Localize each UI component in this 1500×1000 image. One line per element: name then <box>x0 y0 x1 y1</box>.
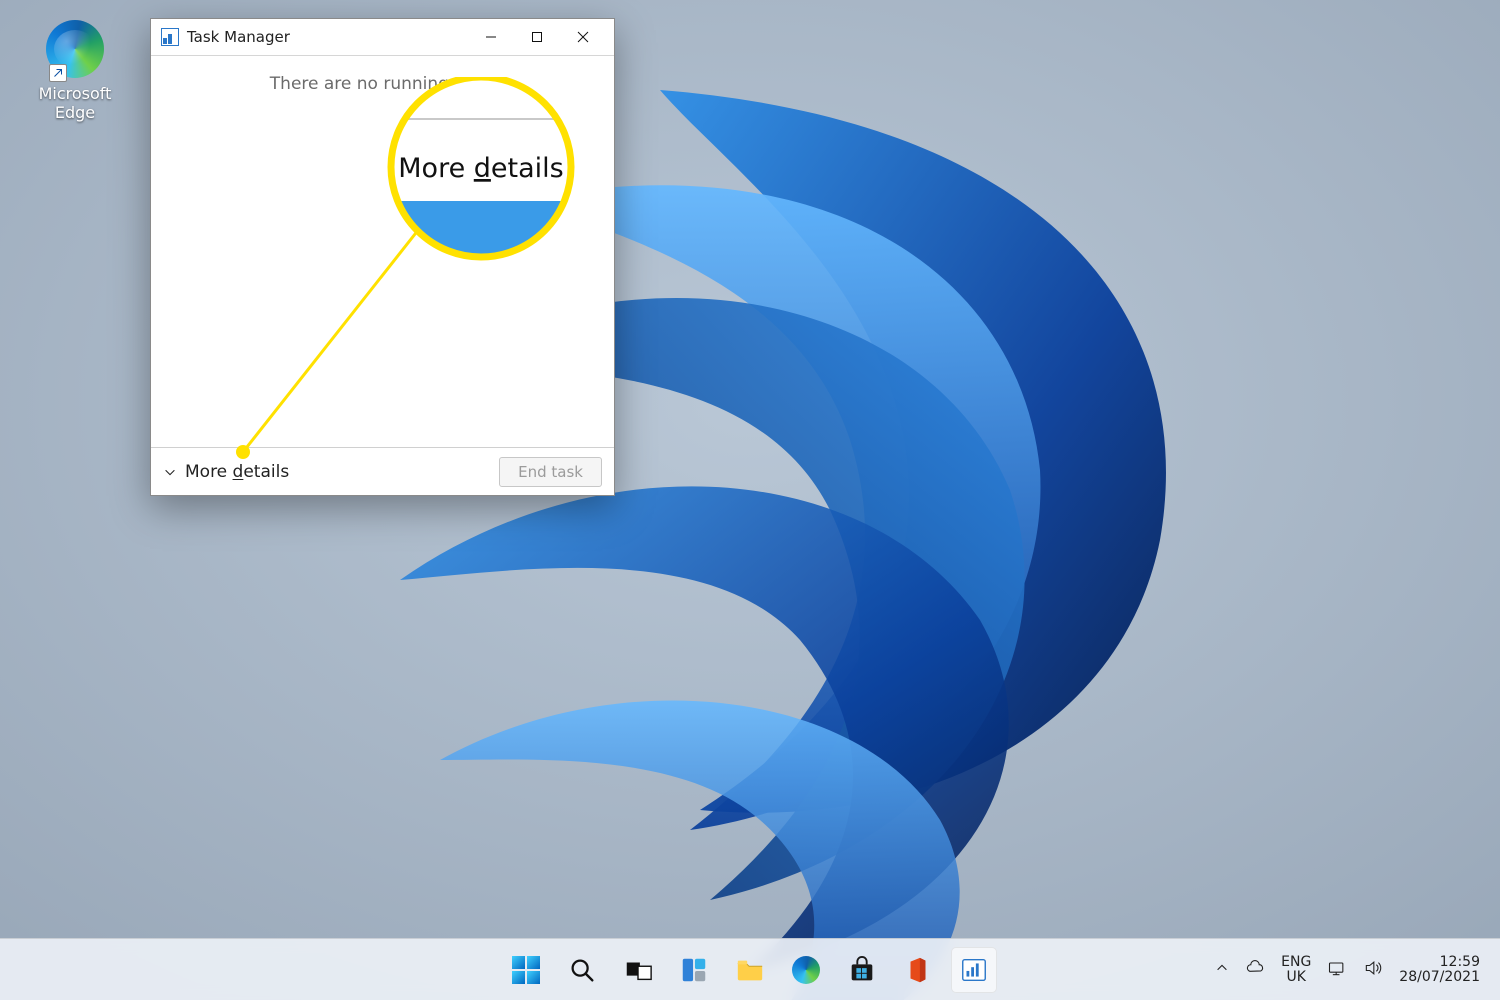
task-manager-icon <box>161 28 179 46</box>
search-icon <box>567 955 597 985</box>
client-area: There are no running apps More details E… <box>151 55 614 495</box>
office-button[interactable] <box>895 947 941 993</box>
tray-overflow-button[interactable] <box>1215 961 1229 979</box>
language-indicator[interactable]: ENG UK <box>1281 955 1311 984</box>
desktop-icon-edge[interactable]: Microsoft Edge <box>25 20 125 122</box>
language-bottom: UK <box>1281 970 1311 985</box>
empty-state-text: There are no running apps <box>151 56 614 94</box>
store-icon <box>847 955 877 985</box>
more-details-label: More details <box>185 462 289 482</box>
task-manager-icon <box>959 955 989 985</box>
task-manager-taskbar-button[interactable] <box>951 947 997 993</box>
language-top: ENG <box>1281 955 1311 970</box>
office-icon <box>903 955 933 985</box>
volume-tray-icon[interactable] <box>1363 958 1383 982</box>
close-button[interactable] <box>560 22 606 52</box>
edge-icon <box>46 20 104 78</box>
clock-time: 12:59 <box>1399 955 1480 970</box>
network-tray-icon[interactable] <box>1327 958 1347 982</box>
search-button[interactable] <box>559 947 605 993</box>
minimize-button[interactable] <box>468 22 514 52</box>
more-details-toggle[interactable]: More details <box>163 462 289 482</box>
shortcut-arrow-icon <box>49 64 67 82</box>
onedrive-tray-icon[interactable] <box>1245 958 1265 982</box>
window-footer: More details End task <box>151 447 614 495</box>
desktop-icon-label: Microsoft Edge <box>25 84 125 122</box>
titlebar[interactable]: Task Manager <box>151 19 614 55</box>
edge-icon <box>792 956 820 984</box>
windows-logo-icon <box>512 956 540 984</box>
end-task-button[interactable]: End task <box>499 457 602 487</box>
task-view-button[interactable] <box>615 947 661 993</box>
window-title: Task Manager <box>187 28 290 46</box>
desktop: Microsoft Edge Task Manager There are no… <box>0 0 1500 1000</box>
file-explorer-button[interactable] <box>727 947 773 993</box>
start-button[interactable] <box>503 947 549 993</box>
store-button[interactable] <box>839 947 885 993</box>
clock[interactable]: 12:59 28/07/2021 <box>1399 955 1480 984</box>
taskbar-center <box>503 947 997 993</box>
maximize-button[interactable] <box>514 22 560 52</box>
chevron-down-icon <box>163 465 177 479</box>
widgets-icon <box>679 955 709 985</box>
clock-date: 28/07/2021 <box>1399 970 1480 985</box>
taskbar: ENG UK 12:59 28/07/2021 <box>0 938 1500 1000</box>
task-view-icon <box>623 955 653 985</box>
edge-button[interactable] <box>783 947 829 993</box>
task-manager-window: Task Manager There are no running apps M… <box>150 18 615 496</box>
widgets-button[interactable] <box>671 947 717 993</box>
folder-icon <box>735 955 765 985</box>
system-tray: ENG UK 12:59 28/07/2021 <box>1215 955 1500 984</box>
